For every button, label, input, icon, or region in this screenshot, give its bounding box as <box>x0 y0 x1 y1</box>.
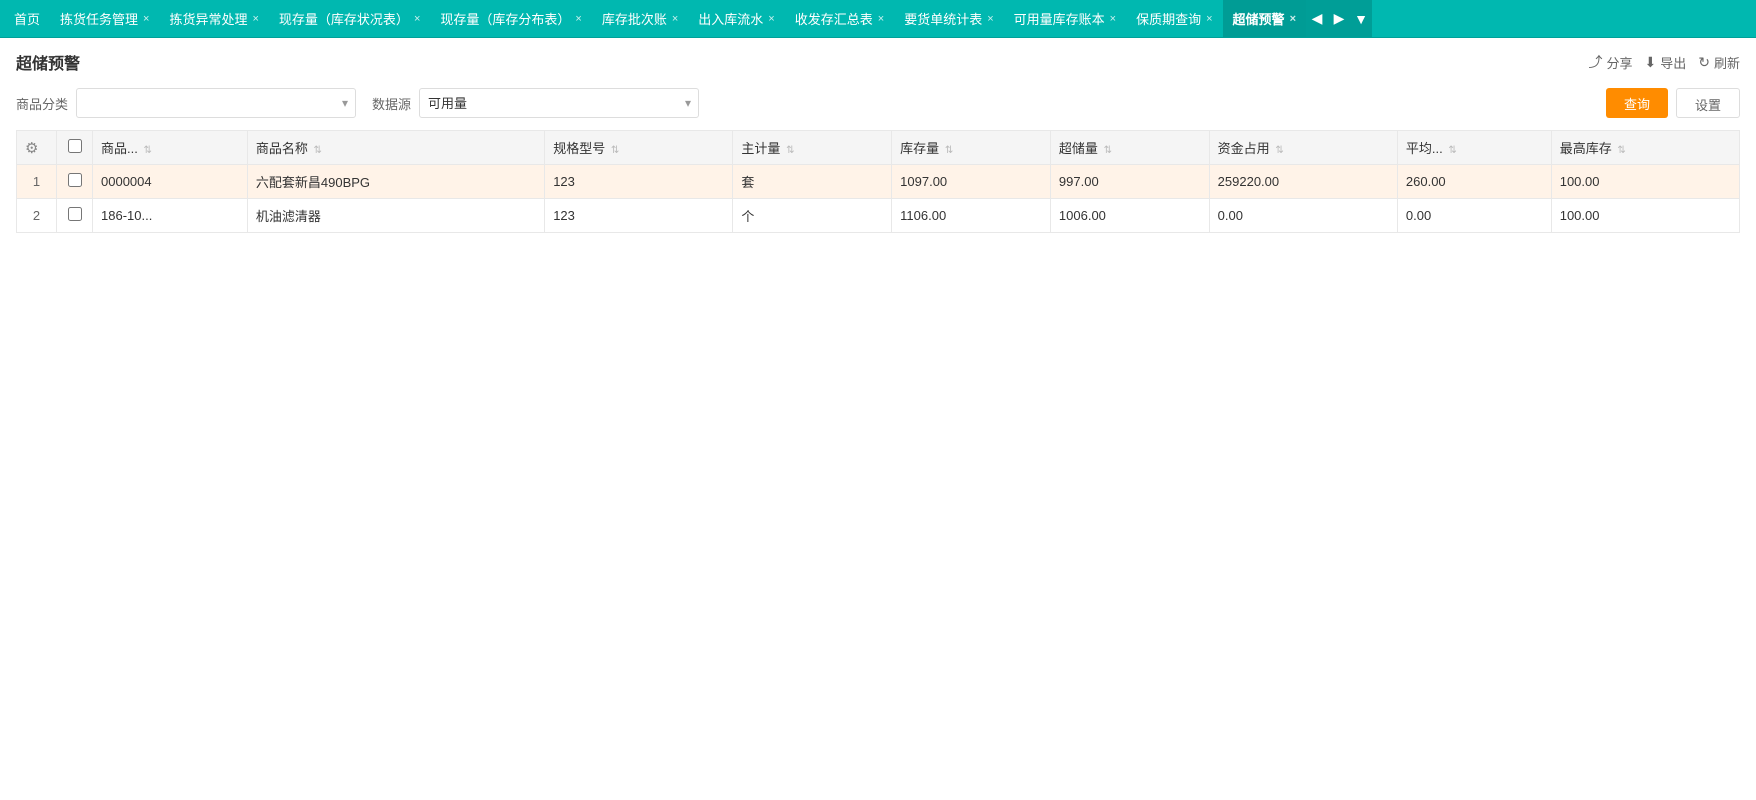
refresh-icon: ↻ <box>1698 54 1710 71</box>
col-unit-header: 主计量 ⇅ <box>733 131 892 165</box>
datasource-label: 数据源 <box>372 94 411 113</box>
stock-1: 1106.00 <box>892 199 1051 233</box>
category-label: 商品分类 <box>16 94 68 113</box>
max-stock-1: 100.00 <box>1551 199 1739 233</box>
overstock-1: 1006.00 <box>1050 199 1209 233</box>
row-checkbox-0[interactable] <box>68 173 82 187</box>
sort-capital[interactable]: ⇅ <box>1275 145 1283 156</box>
sort-prod-name[interactable]: ⇅ <box>314 145 322 156</box>
nav-recv-send[interactable]: 收发存汇总表 × <box>785 0 894 38</box>
nav-overstock[interactable]: 超储预警 × <box>1223 0 1306 38</box>
capital-0: 259220.00 <box>1209 165 1397 199</box>
nav-quality[interactable]: 保质期查询 × <box>1126 0 1222 38</box>
max-stock-0: 100.00 <box>1551 165 1739 199</box>
sort-spec[interactable]: ⇅ <box>611 145 619 156</box>
col-overstock-header: 超储量 ⇅ <box>1050 131 1209 165</box>
table-row: 2 186-10... 机油滤清器 123 个 1106.00 1006.00 … <box>17 199 1740 233</box>
data-table: ⚙ 商品... ⇅ 商品名称 ⇅ 规格型号 ⇅ 主计量 <box>16 130 1740 233</box>
share-icon: ⤴ <box>1588 52 1602 72</box>
sort-max-stock[interactable]: ⇅ <box>1617 145 1625 156</box>
unit-1: 个 <box>733 199 892 233</box>
nav-avail-stock[interactable]: 可用量库存账本 × <box>1004 0 1126 38</box>
col-capital-header: 资金占用 ⇅ <box>1209 131 1397 165</box>
spec-0: 123 <box>545 165 733 199</box>
nav-task-mgmt[interactable]: 拣货任务管理 × <box>50 0 159 38</box>
col-spec-header: 规格型号 ⇅ <box>545 131 733 165</box>
close-order-stat[interactable]: × <box>987 13 993 25</box>
capital-1: 0.00 <box>1209 199 1397 233</box>
datasource-select-wrapper: 可用量 库存量 ▾ <box>419 88 699 118</box>
nav-abnormal[interactable]: 拣货异常处理 × <box>159 0 268 38</box>
top-nav: 首页 拣货任务管理 × 拣货异常处理 × 现存量（库存状况表） × 现存量（库存… <box>0 0 1756 38</box>
select-all-checkbox[interactable] <box>68 139 82 153</box>
row-checkbox-1[interactable] <box>68 207 82 221</box>
col-avg-header: 平均... ⇅ <box>1397 131 1551 165</box>
page-title: 超储预警 <box>16 50 80 74</box>
prod-name-0: 六配套新昌490BPG <box>247 165 544 199</box>
export-icon: ⬇ <box>1645 54 1657 71</box>
row-check-1 <box>57 199 93 233</box>
overstock-0: 997.00 <box>1050 165 1209 199</box>
nav-home[interactable]: 首页 <box>4 0 50 38</box>
category-select-wrapper: ▾ <box>76 88 356 118</box>
sort-avg[interactable]: ⇅ <box>1448 145 1456 156</box>
table-settings-gear[interactable]: ⚙ <box>25 140 38 157</box>
page-content: 超储预警 ⤴ 分享 ⬇ 导出 ↻ 刷新 商品分类 ▾ <box>0 38 1756 800</box>
close-batch[interactable]: × <box>672 13 678 25</box>
nav-inventory-dist[interactable]: 现存量（库存分布表） × <box>430 0 591 38</box>
unit-0: 套 <box>733 165 892 199</box>
datasource-filter: 数据源 可用量 库存量 ▾ <box>372 88 699 118</box>
datasource-select[interactable]: 可用量 库存量 <box>419 88 699 118</box>
nav-batch[interactable]: 库存批次账 × <box>592 0 688 38</box>
nav-inout-flow[interactable]: 出入库流水 × <box>688 0 784 38</box>
nav-arrow-left[interactable]: ◀ <box>1306 0 1328 38</box>
page-header: 超储预警 ⤴ 分享 ⬇ 导出 ↻ 刷新 <box>16 50 1740 74</box>
table-header-row: ⚙ 商品... ⇅ 商品名称 ⇅ 规格型号 ⇅ 主计量 <box>17 131 1740 165</box>
prod-code-1: 186-10... <box>93 199 248 233</box>
close-task-mgmt[interactable]: × <box>143 13 149 25</box>
filter-area: 商品分类 ▾ 数据源 可用量 库存量 ▾ 查询 设置 <box>16 88 1740 118</box>
prod-code-0: 0000004 <box>93 165 248 199</box>
prod-name-1: 机油滤清器 <box>247 199 544 233</box>
row-check-0 <box>57 165 93 199</box>
close-inventory-status[interactable]: × <box>414 13 420 25</box>
nav-arrow-right[interactable]: ▶ <box>1328 0 1350 38</box>
close-overstock[interactable]: × <box>1290 13 1296 25</box>
col-stock-header: 库存量 ⇅ <box>892 131 1051 165</box>
query-button[interactable]: 查询 <box>1606 88 1668 118</box>
avg-0: 260.00 <box>1397 165 1551 199</box>
table-row: 1 0000004 六配套新昌490BPG 123 套 1097.00 997.… <box>17 165 1740 199</box>
header-actions: ⤴ 分享 ⬇ 导出 ↻ 刷新 <box>1588 52 1740 72</box>
col-prod-code-header: 商品... ⇅ <box>93 131 248 165</box>
close-avail-stock[interactable]: × <box>1110 13 1116 25</box>
close-abnormal[interactable]: × <box>252 13 258 25</box>
category-filter: 商品分类 ▾ <box>16 88 356 118</box>
close-recv-send[interactable]: × <box>878 13 884 25</box>
row-num-1: 2 <box>17 199 57 233</box>
sort-unit[interactable]: ⇅ <box>786 145 794 156</box>
refresh-button[interactable]: ↻ 刷新 <box>1698 53 1740 72</box>
nav-inventory-status[interactable]: 现存量（库存状况表） × <box>269 0 430 38</box>
close-inout-flow[interactable]: × <box>768 13 774 25</box>
spec-1: 123 <box>545 199 733 233</box>
nav-arrow-more[interactable]: ▼ <box>1350 0 1372 38</box>
export-button[interactable]: ⬇ 导出 <box>1645 53 1687 72</box>
share-button[interactable]: ⤴ 分享 <box>1588 52 1632 72</box>
col-prod-name-header: 商品名称 ⇅ <box>247 131 544 165</box>
sort-overstock[interactable]: ⇅ <box>1104 145 1112 156</box>
col-check-header <box>57 131 93 165</box>
col-max-stock-header: 最高库存 ⇅ <box>1551 131 1739 165</box>
close-inventory-dist[interactable]: × <box>575 13 581 25</box>
stock-0: 1097.00 <box>892 165 1051 199</box>
row-num-0: 1 <box>17 165 57 199</box>
category-select[interactable] <box>76 88 356 118</box>
nav-order-stat[interactable]: 要货单统计表 × <box>894 0 1003 38</box>
avg-1: 0.00 <box>1397 199 1551 233</box>
action-buttons: 查询 设置 <box>1606 88 1740 118</box>
col-gear: ⚙ <box>17 131 57 165</box>
sort-stock[interactable]: ⇅ <box>945 145 953 156</box>
close-quality[interactable]: × <box>1206 13 1212 25</box>
settings-button[interactable]: 设置 <box>1676 88 1740 118</box>
sort-prod-code[interactable]: ⇅ <box>143 145 151 156</box>
